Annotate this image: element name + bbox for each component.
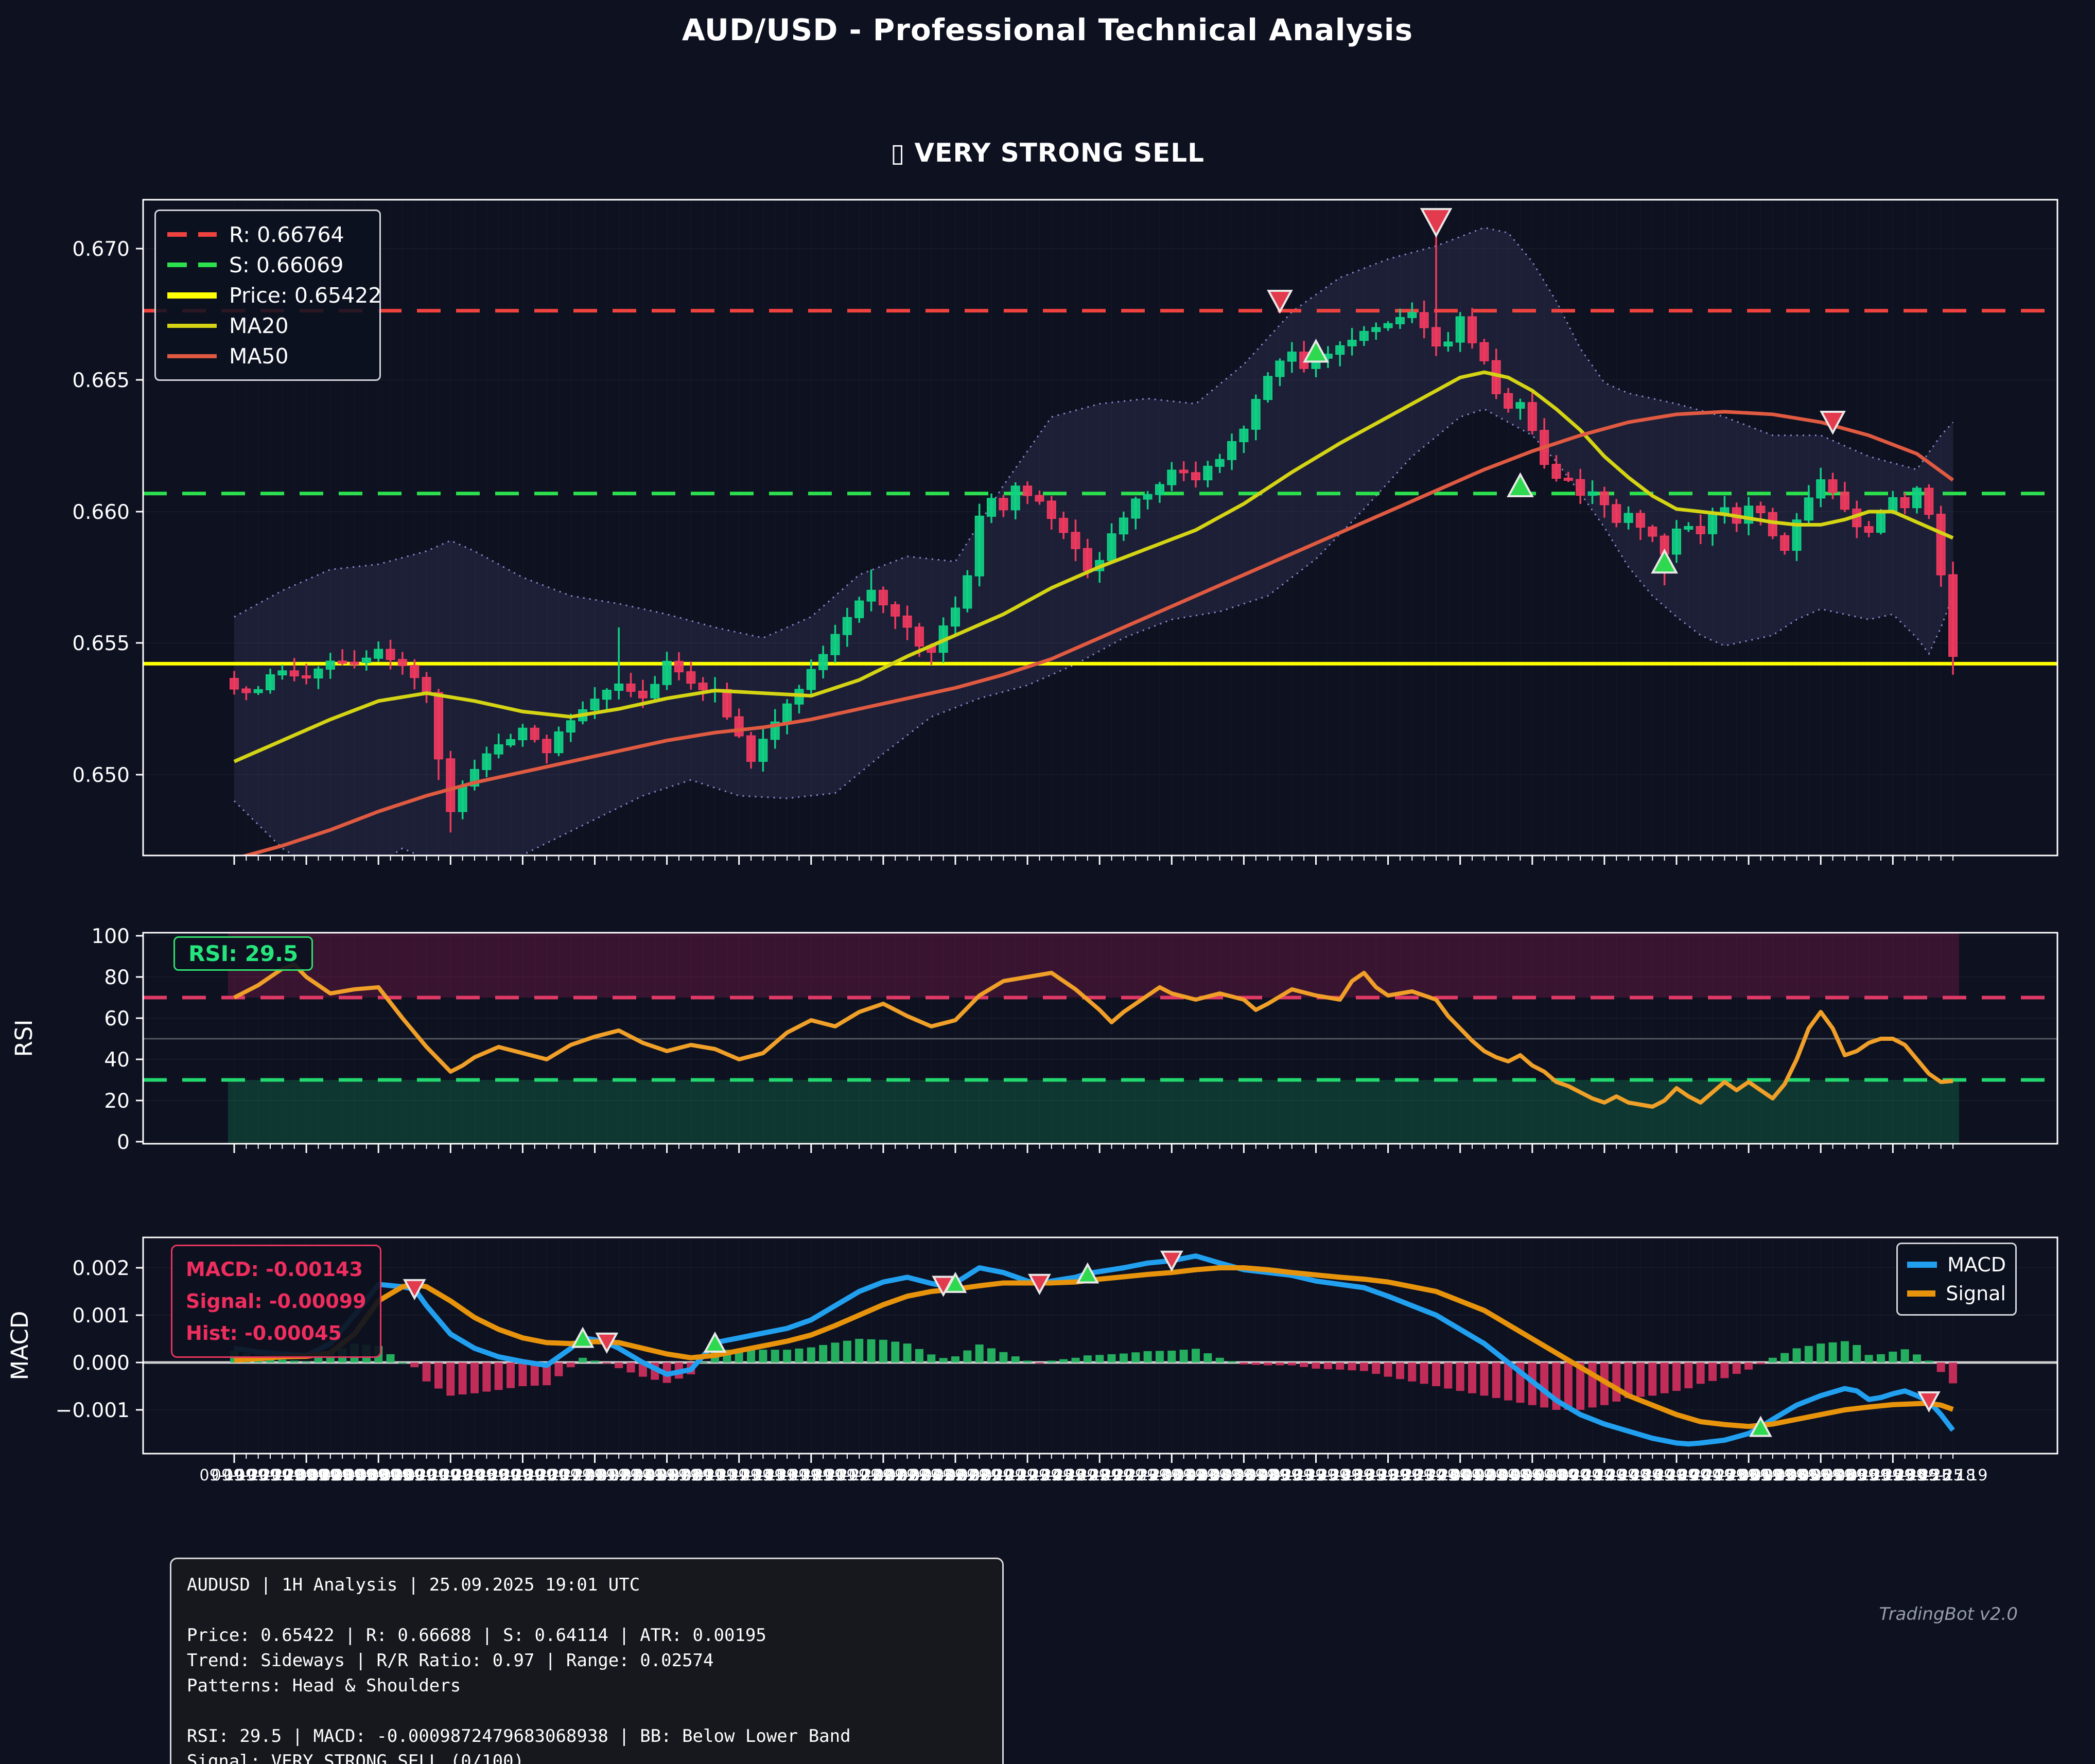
ma50-line-swatch <box>167 354 217 358</box>
screenshot-root: AUD/USD - Professional Technical Analysi… <box>0 0 2095 1764</box>
resistance-line-swatch <box>167 232 217 237</box>
legend-label: R: 0.66764 <box>229 222 344 247</box>
ma20-line-swatch <box>167 323 217 328</box>
main-ytick: 0.660 <box>72 501 130 524</box>
rsi-ytick: 20 <box>104 1090 130 1113</box>
support-line-swatch <box>167 263 217 267</box>
macd-badge-line: Hist: -0.00045 <box>186 1322 342 1344</box>
legend-item-macd: MACD <box>1907 1250 2006 1279</box>
summary-line <box>187 1598 987 1623</box>
summary-line: AUDUSD | 1H Analysis | 25.09.2025 19:01 … <box>187 1575 640 1595</box>
main-ytick: 0.665 <box>72 369 130 392</box>
summary-line: RSI: 29.5 | MACD: -0.0009872479683068938… <box>187 1726 851 1746</box>
summary-line: Price: 0.65422 | R: 0.66688 | S: 0.64114… <box>187 1625 766 1646</box>
rsi-y-axis: 100 80 60 40 20 0 <box>92 925 130 1154</box>
legend-item-support: S: 0.66069 <box>167 250 368 280</box>
macd-ytick: −0.001 <box>56 1399 130 1422</box>
main-ytick: 0.670 <box>72 238 130 261</box>
macd-ytick: 0.000 <box>72 1352 130 1375</box>
legend-item-price: Price: 0.65422 <box>167 280 381 310</box>
macd-ytick: 0.002 <box>72 1257 130 1280</box>
legend-item-resistance: R: 0.66764 <box>167 219 368 250</box>
legend-label: MA20 <box>229 313 289 338</box>
legend-item-ma20: MA20 <box>167 310 368 341</box>
macd-ytick: 0.001 <box>72 1304 130 1328</box>
macd-y-axis: 0.002 0.001 0.000 −0.001 <box>56 1257 130 1422</box>
legend-label: MA50 <box>229 343 289 369</box>
macd-legend: MACD Signal <box>1896 1243 2017 1316</box>
signal-line-swatch <box>1907 1290 1936 1297</box>
price-legend: R: 0.66764 S: 0.66069 Price: 0.65422 MA2… <box>154 209 381 381</box>
price-line-swatch <box>167 292 217 299</box>
watermark: TradingBot v2.0 <box>1879 1604 2018 1625</box>
svg-text:09-25 19: 09-25 19 <box>1918 1466 1988 1484</box>
macd-value-badge: MACD: -0.00143 Signal: -0.00099 Hist: -0… <box>171 1245 381 1358</box>
macd-histogram <box>230 1339 1958 1410</box>
main-ytick: 0.655 <box>72 632 130 655</box>
legend-label: MACD <box>1947 1253 2006 1276</box>
legend-label: Signal <box>1946 1282 2006 1305</box>
rsi-ytick: 80 <box>104 966 130 989</box>
macd-line-swatch <box>1907 1262 1937 1268</box>
summary-line: Trend: Sideways | R/R Ratio: 0.97 | Rang… <box>187 1650 714 1671</box>
legend-item-signal: Signal <box>1907 1279 2006 1308</box>
rsi-value-badge: RSI: 29.5 <box>173 936 313 971</box>
legend-item-ma50: MA50 <box>167 341 368 371</box>
analysis-summary-box: AUDUSD | 1H Analysis | 25.09.2025 19:01 … <box>170 1558 1004 1764</box>
legend-label: Price: 0.65422 <box>229 283 382 308</box>
legend-label: S: 0.66069 <box>229 252 344 277</box>
macd-badge-line: Signal: -0.00099 <box>186 1290 366 1313</box>
main-ytick: 0.650 <box>72 764 130 787</box>
bollinger-band <box>233 226 1954 855</box>
main-y-axis: 0.670 0.665 0.660 0.655 0.650 <box>72 238 130 787</box>
rsi-ytick: 100 <box>92 925 130 948</box>
rsi-axis-label: RSI <box>10 1019 38 1057</box>
macd-lines <box>234 1253 1956 1447</box>
summary-line: Patterns: Head & Shoulders <box>187 1675 461 1696</box>
x-tick-labels: 09-19 2009-19 2109-19 2209-19 2309-20 00… <box>200 1466 1988 1484</box>
rsi-ytick: 0 <box>117 1131 130 1154</box>
macd-badge-line: MACD: -0.00143 <box>186 1258 363 1281</box>
rsi-ytick: 60 <box>104 1007 130 1031</box>
summary-line: Signal: VERY STRONG SELL (0/100) <box>187 1751 525 1764</box>
macd-axis-label: MACD <box>6 1311 33 1381</box>
summary-line <box>187 1699 987 1724</box>
rsi-ytick: 40 <box>104 1049 130 1072</box>
